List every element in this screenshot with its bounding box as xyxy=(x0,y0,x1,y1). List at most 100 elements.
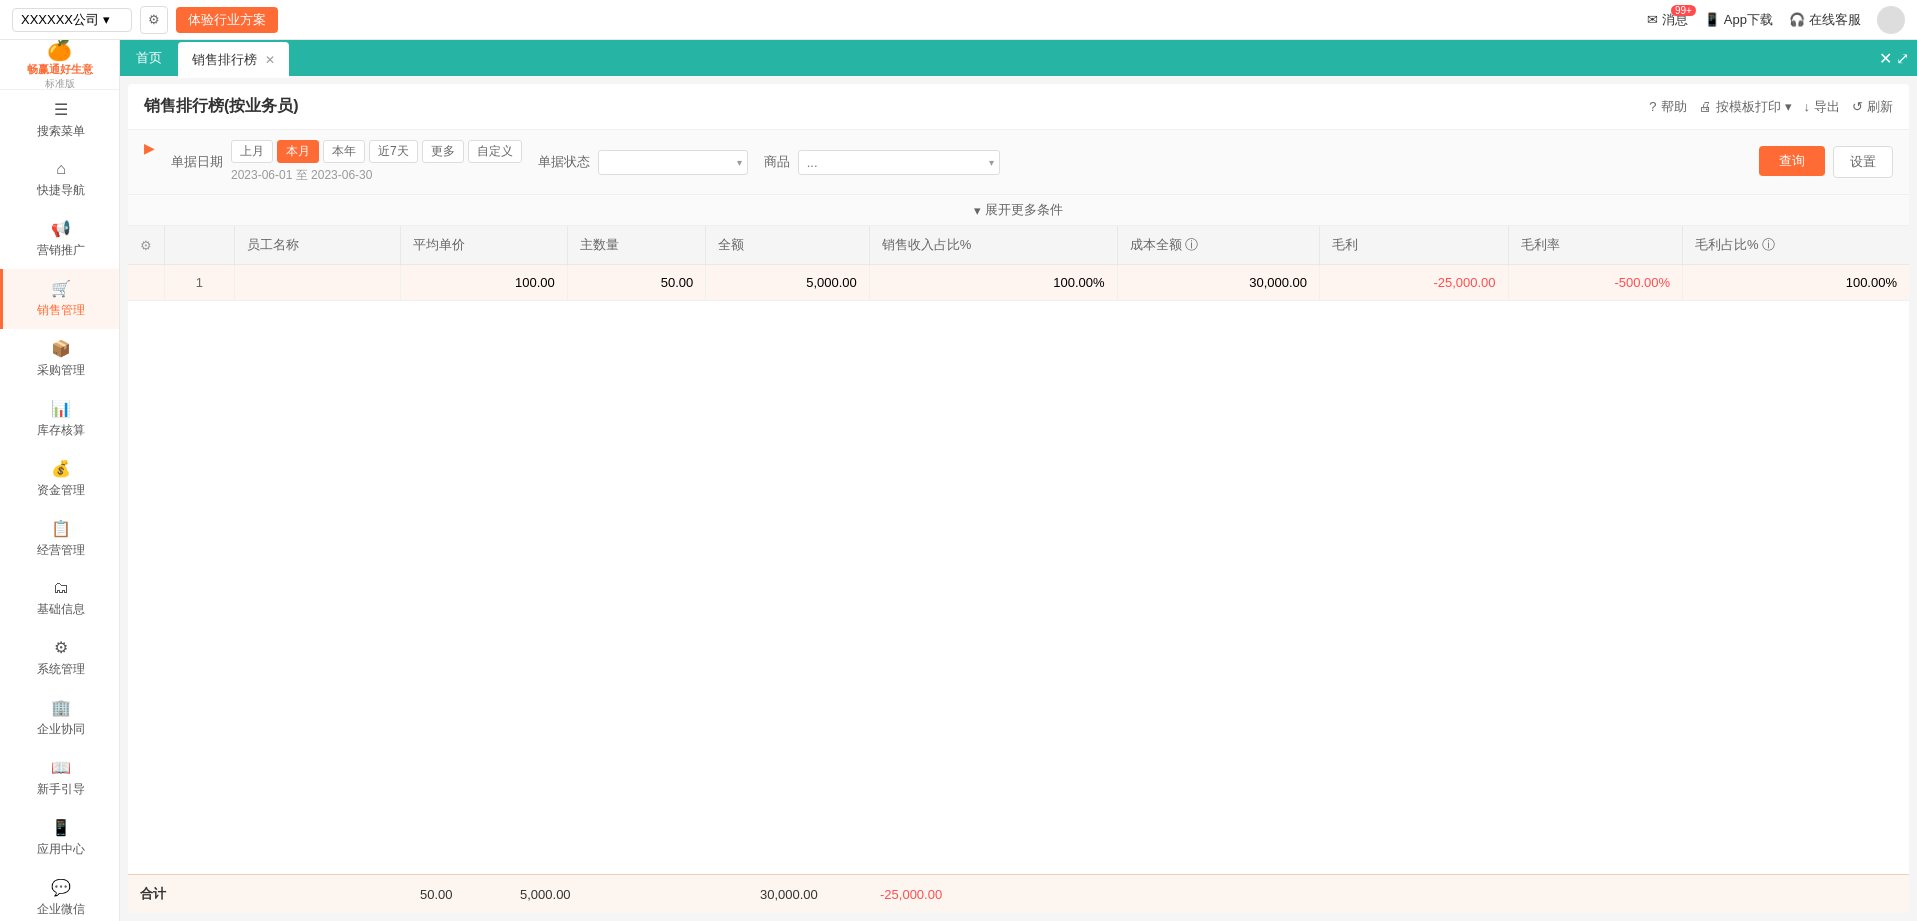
goods-input[interactable] xyxy=(798,150,1000,175)
purchase-icon: 📦 xyxy=(51,339,71,358)
app-label: App下载 xyxy=(1724,11,1773,29)
date-btn-more[interactable]: 更多 xyxy=(422,140,464,163)
header-actions: ? 帮助 🖨 按模板打印 ▾ ↓ 导出 ↺ 刷新 xyxy=(1649,98,1893,116)
th-sales-pct: 销售收入占比% xyxy=(869,226,1117,265)
th-qty: 主数量 xyxy=(567,226,705,265)
goods-filter-label: 商品 xyxy=(764,153,790,171)
company-selector[interactable]: XXXXXX公司 ▾ xyxy=(12,8,132,32)
sidebar-label-inventory: 库存核算 xyxy=(37,422,85,439)
service-label: 在线客服 xyxy=(1809,11,1861,29)
sidebar-item-inventory[interactable]: 📊 库存核算 xyxy=(0,389,119,449)
th-gross-rate: 毛利率 xyxy=(1508,226,1682,265)
tab-sales-ranking[interactable]: 销售排行榜 ✕ xyxy=(178,42,289,78)
app-download-button[interactable]: 📱 App下载 xyxy=(1704,11,1773,29)
sidebar-item-basic[interactable]: 🗂 基础信息 xyxy=(0,569,119,628)
expand-btn[interactable]: ▾ 展开更多条件 xyxy=(974,201,1063,219)
td-amount: 5,000.00 xyxy=(706,265,870,301)
tab-close-icon[interactable]: ✕ xyxy=(265,53,275,67)
date-options: 上月 本月 本年 近7天 更多 自定义 2023-06-01 至 2023-06… xyxy=(231,140,522,184)
date-btn-this-month[interactable]: 本月 xyxy=(277,140,319,163)
sidebar-item-wechat[interactable]: 💬 企业微信 xyxy=(0,868,119,921)
top-bar: XXXXXX公司 ▾ ⚙ 体验行业方案 ✉ 消息 99+ 📱 App下载 🎧 在… xyxy=(0,0,1917,40)
table-footer: 合计 50.00 5,000.00 30,000.00 -25,000.00 xyxy=(128,874,1909,913)
sales-icon: 🛒 xyxy=(51,279,71,298)
table-row: 1 100.00 50.00 5,000.00 100.00% 30,000.0… xyxy=(128,265,1909,301)
settings-icon[interactable]: ⚙ xyxy=(140,6,168,34)
sidebar-label-finance: 资金管理 xyxy=(37,482,85,499)
page-header: 销售排行榜(按业务员) ? 帮助 🖨 按模板打印 ▾ ↓ 导出 xyxy=(128,84,1909,130)
sidebar-label-marketing: 营销推广 xyxy=(37,242,85,259)
sidebar-label-apps: 应用中心 xyxy=(37,841,85,858)
phone-icon: 📱 xyxy=(1704,12,1720,27)
print-button[interactable]: 🖨 按模板打印 ▾ xyxy=(1699,98,1792,116)
sidebar-item-finance[interactable]: 💰 资金管理 xyxy=(0,449,119,509)
td-settings xyxy=(128,265,165,301)
th-gross-pct: 毛利占比% ⓘ xyxy=(1683,226,1909,265)
table-header: ⚙ 员工名称 平均单价 主数量 全额 销售收入占比% 成本全额 ⓘ 毛利 毛利率… xyxy=(128,226,1909,265)
sidebar-item-guide[interactable]: 📖 新手引导 xyxy=(0,748,119,808)
status-filter: 单据状态 ▾ xyxy=(538,150,748,175)
help-button[interactable]: ? 帮助 xyxy=(1649,98,1686,116)
date-btn-this-year[interactable]: 本年 xyxy=(323,140,365,163)
footer-cost: 30,000.00 xyxy=(760,887,860,902)
export-label: 导出 xyxy=(1814,98,1840,116)
status-select-wrapper: ▾ xyxy=(598,150,748,175)
date-filter-label: 单据日期 xyxy=(171,153,223,171)
sidebar-item-marketing[interactable]: 📢 营销推广 xyxy=(0,209,119,269)
filter-actions: 查询 设置 xyxy=(1759,146,1893,178)
footer-amount-val: 5,000.00 xyxy=(520,887,571,902)
tab-maximize-btn[interactable]: ⤢ xyxy=(1896,49,1909,68)
home-icon: ⌂ xyxy=(56,160,66,178)
sidebar-item-search[interactable]: ☰ 搜索菜单 xyxy=(0,90,119,150)
tab-home[interactable]: 首页 xyxy=(120,40,178,76)
sidebar-item-enterprise[interactable]: 🏢 企业协同 xyxy=(0,688,119,748)
avatar[interactable] xyxy=(1877,6,1905,34)
collapse-arrow[interactable]: ▶ xyxy=(144,140,155,156)
marketing-icon: 📢 xyxy=(51,219,71,238)
search-button[interactable]: 查询 xyxy=(1759,146,1825,176)
print-label: 按模板打印 xyxy=(1716,98,1781,116)
status-filter-label: 单据状态 xyxy=(538,153,590,171)
refresh-button[interactable]: ↺ 刷新 xyxy=(1852,98,1893,116)
settings-button[interactable]: 设置 xyxy=(1833,146,1893,178)
online-service-button[interactable]: 🎧 在线客服 xyxy=(1789,11,1861,29)
date-group: 上月 本月 本年 近7天 更多 自定义 xyxy=(231,140,522,163)
td-rank: 1 xyxy=(165,265,235,301)
td-avg-price: 100.00 xyxy=(401,265,568,301)
export-icon: ↓ xyxy=(1804,99,1811,114)
help-icon: ? xyxy=(1649,99,1656,114)
footer-qty-val: 50.00 xyxy=(420,887,453,902)
date-btn-custom[interactable]: 自定义 xyxy=(468,140,522,163)
th-settings: ⚙ xyxy=(128,226,165,265)
sidebar-item-sales[interactable]: 🛒 销售管理 xyxy=(0,269,119,329)
sidebar-item-system[interactable]: ⚙ 系统管理 xyxy=(0,628,119,688)
date-btn-7days[interactable]: 近7天 xyxy=(369,140,418,163)
page-content: 销售排行榜(按业务员) ? 帮助 🖨 按模板打印 ▾ ↓ 导出 xyxy=(128,84,1909,913)
td-gross: -25,000.00 xyxy=(1320,265,1509,301)
headset-icon: 🎧 xyxy=(1789,12,1805,27)
th-cost: 成本全额 ⓘ xyxy=(1117,226,1320,265)
export-button[interactable]: ↓ 导出 xyxy=(1804,98,1841,116)
sidebar-label-purchase: 采购管理 xyxy=(37,362,85,379)
date-filter: 单据日期 上月 本月 本年 近7天 更多 自定义 2023-06-01 至 20… xyxy=(171,140,522,184)
search-menu-icon: ☰ xyxy=(54,100,68,119)
sidebar-item-operation[interactable]: 📋 经营管理 xyxy=(0,509,119,569)
tab-close-btn[interactable]: ✕ xyxy=(1879,49,1892,68)
message-button[interactable]: ✉ 消息 99+ xyxy=(1647,11,1688,29)
th-amount: 全额 xyxy=(706,226,870,265)
chevron-down-icon: ▾ xyxy=(103,12,110,27)
status-select[interactable] xyxy=(598,150,748,175)
sidebar-item-purchase[interactable]: 📦 采购管理 xyxy=(0,329,119,389)
filter-row: 单据日期 上月 本月 本年 近7天 更多 自定义 2023-06-01 至 20… xyxy=(171,140,1893,184)
sidebar-item-apps[interactable]: 📱 应用中心 xyxy=(0,808,119,868)
operation-icon: 📋 xyxy=(51,519,71,538)
page-title: 销售排行榜(按业务员) xyxy=(144,96,299,117)
date-btn-last-month[interactable]: 上月 xyxy=(231,140,273,163)
sidebar-item-quick[interactable]: ⌂ 快捷导航 xyxy=(0,150,119,209)
finance-icon: 💰 xyxy=(51,459,71,478)
sidebar-label-quick: 快捷导航 xyxy=(37,182,85,199)
trial-button[interactable]: 体验行业方案 xyxy=(176,7,278,33)
td-name xyxy=(234,265,401,301)
logo-sub: 标准版 xyxy=(45,77,75,91)
sidebar-label-enterprise: 企业协同 xyxy=(37,721,85,738)
